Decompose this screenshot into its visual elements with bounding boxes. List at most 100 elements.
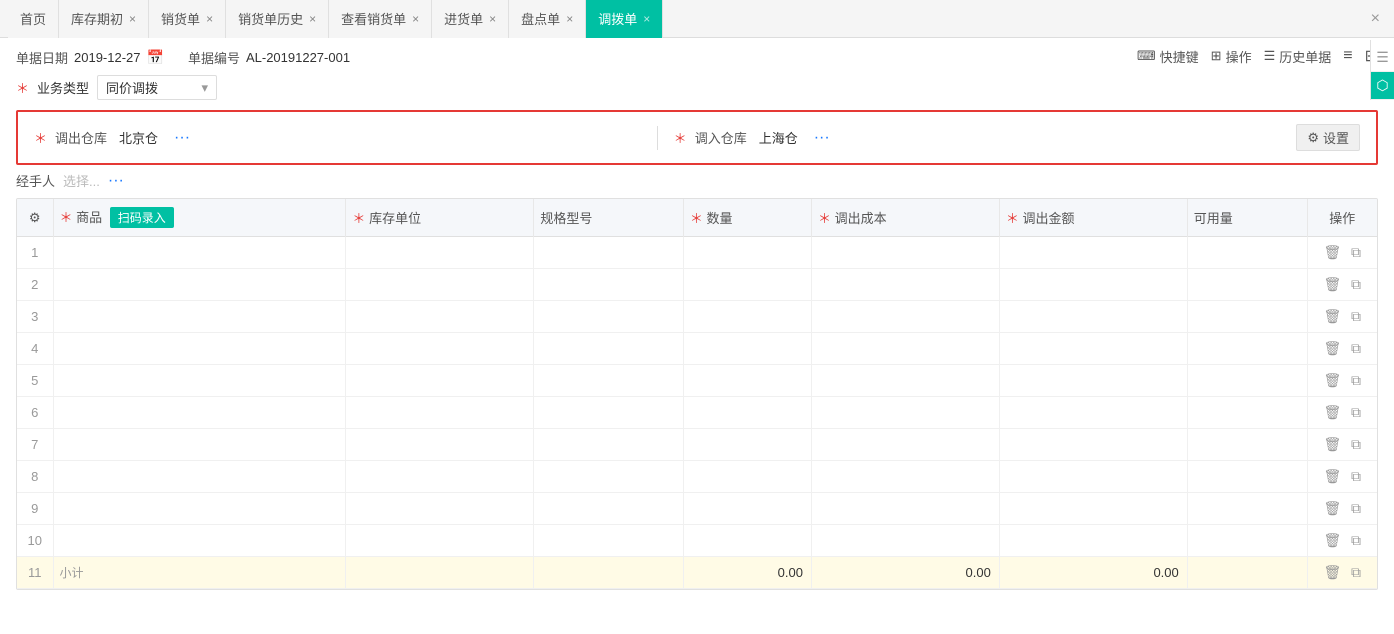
- shortcuts-button[interactable]: ⌨ 快捷键: [1137, 47, 1199, 66]
- cell-product[interactable]: [53, 237, 346, 269]
- cell-amount[interactable]: [999, 525, 1187, 557]
- tab-inventory-init[interactable]: 库存期初 ×: [59, 0, 149, 38]
- cell-amount[interactable]: [999, 333, 1187, 365]
- tab-view-sales[interactable]: 查看销货单 ×: [329, 0, 432, 38]
- cell-amount[interactable]: [999, 493, 1187, 525]
- cell-cost[interactable]: [811, 429, 999, 461]
- cell-unit[interactable]: [346, 429, 534, 461]
- cell-unit[interactable]: [346, 397, 534, 429]
- delete-icon[interactable]: 🗑: [1324, 500, 1342, 516]
- cell-cost[interactable]: [811, 269, 999, 301]
- tab-sales-history[interactable]: 销货单历史 ×: [226, 0, 329, 38]
- cell-amount[interactable]: [999, 237, 1187, 269]
- cell-cost[interactable]: [811, 493, 999, 525]
- cell-cost[interactable]: [811, 397, 999, 429]
- settings-gear-button[interactable]: ⚙ 设置: [1296, 124, 1360, 151]
- cell-qty[interactable]: [683, 525, 811, 557]
- delete-icon[interactable]: 🗑: [1324, 340, 1342, 356]
- copy-icon[interactable]: ⧉: [1351, 436, 1361, 452]
- tab-close-inventory-check[interactable]: ×: [566, 12, 573, 26]
- agent-select[interactable]: 选择...: [63, 171, 100, 190]
- tab-close-purchase[interactable]: ×: [489, 12, 496, 26]
- cell-cost[interactable]: [811, 333, 999, 365]
- cell-cost[interactable]: [811, 237, 999, 269]
- copy-icon[interactable]: ⧉: [1351, 500, 1361, 516]
- cell-amount[interactable]: [999, 429, 1187, 461]
- cell-spec[interactable]: [534, 525, 684, 557]
- delete-icon[interactable]: 🗑: [1324, 276, 1342, 292]
- cell-product[interactable]: [53, 461, 346, 493]
- copy-icon[interactable]: ⧉: [1351, 468, 1361, 484]
- tab-sales-order[interactable]: 销货单 ×: [149, 0, 226, 38]
- scan-button[interactable]: 扫码录入: [110, 207, 174, 228]
- copy-icon[interactable]: ⧉: [1351, 244, 1361, 260]
- delete-icon[interactable]: 🗑: [1324, 468, 1342, 484]
- side-list-icon[interactable]: ☰: [1371, 44, 1394, 72]
- cell-qty[interactable]: [683, 493, 811, 525]
- cell-spec[interactable]: [534, 461, 684, 493]
- cell-unit[interactable]: [346, 301, 534, 333]
- delete-icon[interactable]: 🗑: [1324, 436, 1342, 452]
- cell-product[interactable]: [53, 493, 346, 525]
- cell-product[interactable]: [53, 365, 346, 397]
- tab-close-sales-history[interactable]: ×: [309, 12, 316, 26]
- delete-icon[interactable]: 🗑: [1324, 404, 1342, 420]
- cell-qty[interactable]: [683, 397, 811, 429]
- copy-icon[interactable]: ⧉: [1351, 308, 1361, 324]
- cell-product[interactable]: [53, 269, 346, 301]
- cell-qty[interactable]: [683, 333, 811, 365]
- cell-qty[interactable]: [683, 365, 811, 397]
- cell-amount[interactable]: [999, 365, 1187, 397]
- cell-amount[interactable]: [999, 301, 1187, 333]
- calendar-icon[interactable]: 📅: [147, 49, 164, 66]
- warehouse-out-more-button[interactable]: ···: [174, 129, 190, 147]
- tab-transfer[interactable]: 调拨单 ×: [586, 0, 663, 38]
- copy-icon[interactable]: ⧉: [1351, 404, 1361, 420]
- tab-purchase[interactable]: 进货单 ×: [432, 0, 509, 38]
- side-expand-icon[interactable]: ⬡: [1371, 72, 1394, 100]
- tab-close-transfer[interactable]: ×: [643, 12, 650, 26]
- cell-cost[interactable]: [811, 301, 999, 333]
- business-type-select[interactable]: 同价调拨 ▾: [97, 75, 217, 100]
- delete-icon[interactable]: 🗑: [1324, 244, 1342, 260]
- cell-qty[interactable]: [683, 429, 811, 461]
- cell-product[interactable]: [53, 397, 346, 429]
- copy-icon[interactable]: ⧉: [1351, 340, 1361, 356]
- copy-icon[interactable]: ⧉: [1351, 532, 1361, 548]
- cell-qty[interactable]: [683, 301, 811, 333]
- warehouse-in-more-button[interactable]: ···: [814, 129, 830, 147]
- cell-unit[interactable]: [346, 269, 534, 301]
- copy-icon[interactable]: ⧉: [1351, 372, 1361, 388]
- cell-product[interactable]: [53, 525, 346, 557]
- cell-unit[interactable]: [346, 461, 534, 493]
- cell-spec[interactable]: [534, 333, 684, 365]
- cell-spec[interactable]: [534, 365, 684, 397]
- operations-button[interactable]: ⊞ 操作: [1211, 47, 1252, 66]
- cell-spec[interactable]: [534, 237, 684, 269]
- cell-qty[interactable]: [683, 237, 811, 269]
- close-all-tabs-button[interactable]: ×: [1365, 6, 1386, 32]
- cell-amount[interactable]: [999, 269, 1187, 301]
- tab-home[interactable]: 首页: [8, 0, 59, 38]
- cell-spec[interactable]: [534, 301, 684, 333]
- agent-more-button[interactable]: ···: [108, 172, 124, 190]
- cell-spec[interactable]: [534, 269, 684, 301]
- delete-icon[interactable]: 🗑: [1324, 372, 1342, 388]
- cell-unit[interactable]: [346, 493, 534, 525]
- col-gear[interactable]: ⚙: [17, 199, 53, 237]
- cell-spec[interactable]: [534, 397, 684, 429]
- cell-cost[interactable]: [811, 461, 999, 493]
- cell-qty[interactable]: [683, 269, 811, 301]
- tab-close-sales-order[interactable]: ×: [206, 12, 213, 26]
- cell-spec[interactable]: [534, 493, 684, 525]
- layout1-button[interactable]: ≡: [1343, 47, 1352, 65]
- cell-cost[interactable]: [811, 365, 999, 397]
- cell-cost[interactable]: [811, 525, 999, 557]
- cell-product[interactable]: [53, 301, 346, 333]
- cell-spec[interactable]: [534, 429, 684, 461]
- cell-product[interactable]: [53, 429, 346, 461]
- tab-close-view-sales[interactable]: ×: [412, 12, 419, 26]
- cell-product[interactable]: [53, 333, 346, 365]
- copy-icon[interactable]: ⧉: [1351, 564, 1361, 580]
- cell-unit[interactable]: [346, 365, 534, 397]
